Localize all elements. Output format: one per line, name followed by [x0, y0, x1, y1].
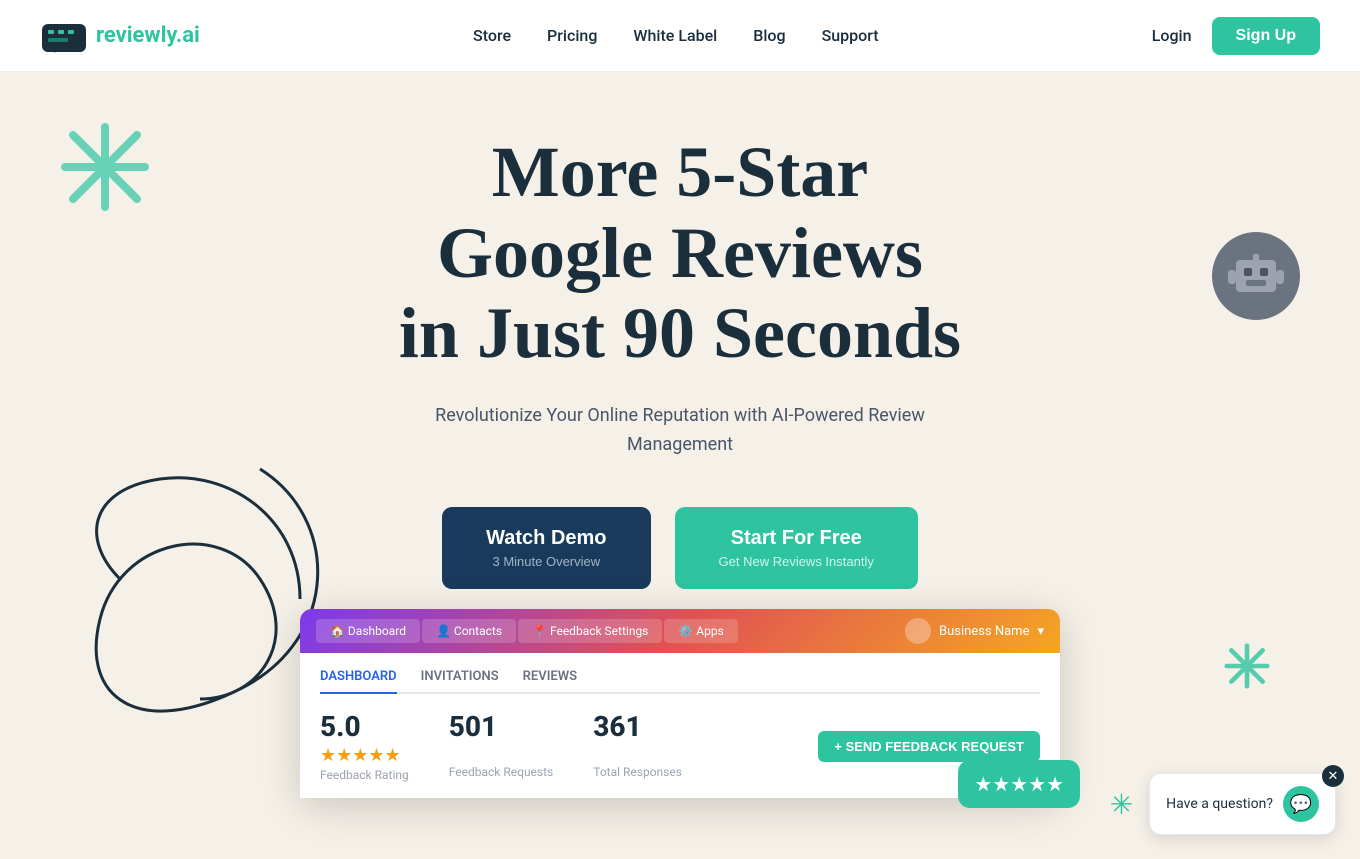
- dashboard-user: Business Name ▾: [905, 618, 1044, 644]
- sub-tab-invitations[interactable]: INVITATIONS: [421, 669, 499, 692]
- chat-bubble-widget[interactable]: Have a question? 💬: [1149, 773, 1336, 835]
- chat-question-text: Have a question?: [1166, 796, 1273, 812]
- chat-widget-row: ✳ ✕ Have a question? 💬: [1110, 773, 1336, 835]
- hero-subheading: Revolutionize Your Online Reputation wit…: [380, 402, 980, 460]
- dashboard-user-label: Business Name: [939, 624, 1030, 639]
- logo-icon: [40, 16, 88, 56]
- hero-cta-buttons: Watch Demo 3 Minute Overview Start For F…: [442, 507, 918, 589]
- start-free-label: Start For Free: [731, 527, 862, 550]
- stat-feedback-rating-stars: ★★★★★: [320, 745, 409, 766]
- dashboard-preview-wrapper: 🏠 Dashboard 👤 Contacts 📍 Feedback Settin…: [300, 609, 1060, 798]
- chat-widget: ✳ ✕ Have a question? 💬: [1110, 773, 1336, 835]
- dashboard-nav-tabs: 🏠 Dashboard 👤 Contacts 📍 Feedback Settin…: [316, 619, 738, 643]
- chat-close-button[interactable]: ✕: [1322, 765, 1344, 787]
- hero-heading: More 5-Star Google Reviews in Just 90 Se…: [399, 132, 961, 374]
- login-link[interactable]: Login: [1152, 26, 1192, 45]
- stat-feedback-rating-label: Feedback Rating: [320, 768, 409, 782]
- stat-feedback-rating: 5.0 ★★★★★ Feedback Rating: [320, 710, 409, 782]
- dashboard-tab-dashboard[interactable]: 🏠 Dashboard: [316, 619, 420, 643]
- logo[interactable]: reviewly.ai: [40, 16, 200, 56]
- chat-bubble-overlay: ★★★★★: [958, 760, 1080, 808]
- watch-demo-button[interactable]: Watch Demo 3 Minute Overview: [442, 507, 650, 589]
- hero-section: More 5-Star Google Reviews in Just 90 Se…: [0, 72, 1360, 859]
- dashboard-avatar: [905, 618, 931, 644]
- dashboard-tab-apps[interactable]: ⚙️ Apps: [664, 619, 737, 643]
- dashboard-tab-feedback[interactable]: 📍 Feedback Settings: [518, 619, 662, 643]
- stat-total-responses: 361 Total Responses: [593, 710, 682, 779]
- stat-feedback-requests-value: 501: [449, 710, 553, 743]
- signup-button[interactable]: Sign Up: [1212, 17, 1320, 55]
- send-feedback-request-button[interactable]: + SEND FEEDBACK REQUEST: [818, 731, 1040, 762]
- stat-feedback-requests-label: Feedback Requests: [449, 765, 553, 779]
- dashboard-preview: 🏠 Dashboard 👤 Contacts 📍 Feedback Settin…: [300, 609, 1060, 798]
- nav-links: Store Pricing White Label Blog Support: [473, 26, 879, 45]
- nav-pricing[interactable]: Pricing: [547, 26, 597, 45]
- stat-total-responses-value: 361: [593, 710, 682, 743]
- start-free-button[interactable]: Start For Free Get New Reviews Instantly: [675, 507, 918, 589]
- sub-tab-reviews[interactable]: REVIEWS: [523, 669, 577, 692]
- watch-demo-sub: 3 Minute Overview: [492, 554, 600, 569]
- dashboard-sub-tabs: DASHBOARD INVITATIONS REVIEWS: [320, 669, 1040, 694]
- chat-bubble-stars: ★★★★★: [974, 772, 1064, 796]
- stat-feedback-requests: 501 Feedback Requests: [449, 710, 553, 779]
- logo-text: reviewly.ai: [96, 23, 200, 48]
- nav-actions: Login Sign Up: [1152, 17, 1320, 55]
- dashboard-stats-row: 5.0 ★★★★★ Feedback Rating 501 Feedback R…: [320, 710, 1040, 782]
- sub-tab-dashboard[interactable]: DASHBOARD: [320, 669, 397, 694]
- watch-demo-label: Watch Demo: [486, 527, 606, 550]
- nav-support[interactable]: Support: [822, 26, 879, 45]
- dashboard-body: DASHBOARD INVITATIONS REVIEWS 5.0 ★★★★★ …: [300, 653, 1060, 798]
- stat-feedback-rating-value: 5.0: [320, 710, 409, 743]
- stat-total-responses-label: Total Responses: [593, 765, 682, 779]
- nav-blog[interactable]: Blog: [753, 26, 785, 45]
- chat-asterisk-icon: ✳: [1110, 788, 1133, 821]
- robot-decoration: [1212, 232, 1300, 320]
- navbar: reviewly.ai Store Pricing White Label Bl…: [0, 0, 1360, 72]
- asterisk-decoration-tl: [60, 122, 150, 212]
- dashboard-tab-contacts[interactable]: 👤 Contacts: [422, 619, 516, 643]
- start-free-sub: Get New Reviews Instantly: [719, 554, 874, 569]
- chat-widget-icon: 💬: [1283, 786, 1319, 822]
- chat-bubble-wrapper: ✕ Have a question? 💬: [1149, 773, 1336, 835]
- nav-store[interactable]: Store: [473, 26, 511, 45]
- dashboard-topbar: 🏠 Dashboard 👤 Contacts 📍 Feedback Settin…: [300, 609, 1060, 653]
- asterisk-decoration-br: [1224, 643, 1270, 689]
- dashboard-stats: 5.0 ★★★★★ Feedback Rating 501 Feedback R…: [320, 710, 682, 782]
- nav-whitelabel[interactable]: White Label: [633, 26, 717, 45]
